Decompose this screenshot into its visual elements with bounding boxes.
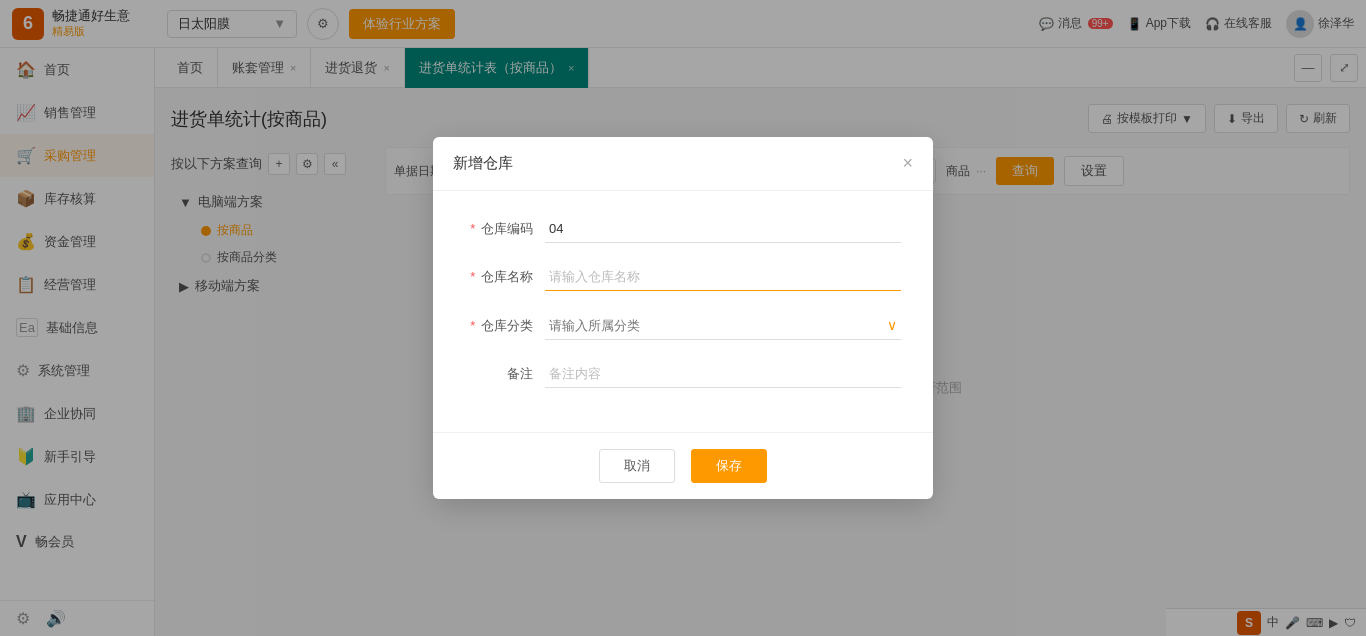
name-label: * 仓库名称 (465, 268, 545, 286)
code-required: * (470, 221, 475, 236)
modal-footer: 取消 保存 (433, 432, 933, 499)
add-warehouse-modal: 新增仓库 × * 仓库编码 * 仓库名称 * 仓库分类 (433, 137, 933, 499)
modal-header: 新增仓库 × (433, 137, 933, 191)
remark-input[interactable] (545, 360, 901, 388)
form-row-category: * 仓库分类 ∨ (465, 311, 901, 340)
modal-title: 新增仓库 (453, 154, 513, 173)
code-label: * 仓库编码 (465, 220, 545, 238)
name-required: * (470, 269, 475, 284)
code-input[interactable] (545, 215, 901, 243)
modal-close-button[interactable]: × (902, 153, 913, 174)
form-row-code: * 仓库编码 (465, 215, 901, 243)
category-select-wrap[interactable]: ∨ (545, 311, 901, 340)
form-row-name: * 仓库名称 (465, 263, 901, 291)
save-button[interactable]: 保存 (691, 449, 767, 483)
name-input[interactable] (545, 263, 901, 291)
category-input[interactable] (549, 318, 887, 333)
modal-body: * 仓库编码 * 仓库名称 * 仓库分类 ∨ (433, 191, 933, 432)
form-row-remark: 备注 (465, 360, 901, 388)
category-label: * 仓库分类 (465, 317, 545, 335)
cancel-button[interactable]: 取消 (599, 449, 675, 483)
category-arrow-icon: ∨ (887, 317, 897, 333)
remark-label: 备注 (465, 365, 545, 383)
category-required: * (470, 318, 475, 333)
